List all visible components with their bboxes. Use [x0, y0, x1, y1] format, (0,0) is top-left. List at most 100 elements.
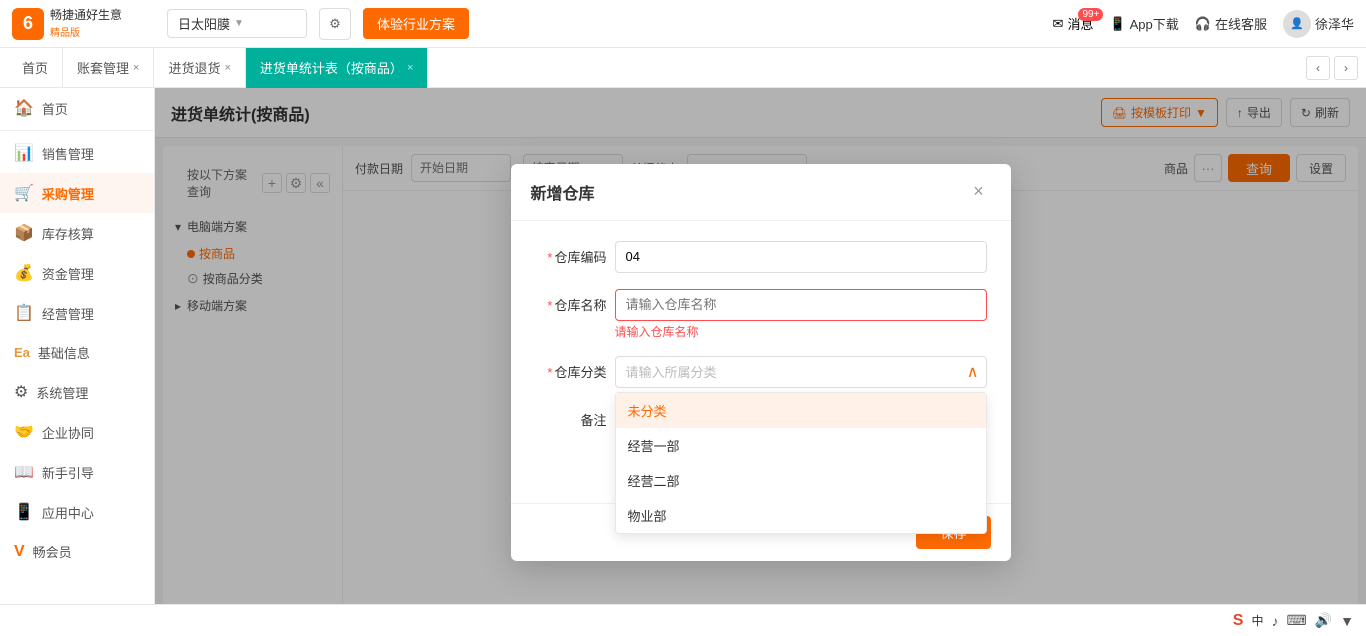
logo-text: 畅捷通好生意	[50, 8, 122, 24]
logo-area: 6 畅捷通好生意 精品版	[12, 8, 167, 40]
sidebar-item-operation[interactable]: 📋 经营管理	[0, 293, 154, 333]
vip-icon: V	[14, 543, 25, 561]
category-placeholder: 请输入所属分类	[626, 362, 717, 381]
sidebar-item-guide[interactable]: 📖 新手引导	[0, 452, 154, 492]
name-field-row: 仓库名称 请输入仓库名称	[535, 289, 987, 340]
finance-icon: 💰	[14, 263, 34, 283]
tab-prev-button[interactable]: ‹	[1306, 56, 1330, 80]
sidebar-vip-label: 畅会员	[33, 542, 72, 561]
category-label: 仓库分类	[535, 356, 615, 381]
logo-icon: 6	[12, 8, 44, 40]
new-warehouse-modal: 新增仓库 × 仓库编码 仓库名称	[511, 164, 1011, 561]
message-icon: ✉	[1053, 16, 1064, 32]
sidebar-item-home[interactable]: 🏠 首页	[0, 88, 154, 128]
logo-text-block: 畅捷通好生意 精品版	[50, 8, 122, 39]
try-industry-button[interactable]: 体验行业方案	[363, 8, 469, 39]
code-input-wrap	[615, 241, 987, 273]
category-arrow-icon[interactable]: ∧	[967, 362, 979, 382]
store-name: 日太阳膜	[178, 14, 230, 33]
bottom-bar: S 中 ♪ ⌨ 🔊 ▼	[0, 604, 1366, 636]
home-icon: 🏠	[14, 98, 34, 118]
modal-body: 仓库编码 仓库名称 请输入仓库名称	[511, 221, 1011, 503]
sidebar: 🏠 首页 📊 销售管理 🛒 采购管理 📦 库存核算 💰 资金管理 📋 经营管理 …	[0, 88, 155, 636]
top-header: 6 畅捷通好生意 精品版 日太阳膜 ▼ ⚙ 体验行业方案 ✉ 消息 99+ 📱 …	[0, 0, 1366, 48]
sales-icon: 📊	[14, 143, 34, 163]
app-download-area[interactable]: 📱 App下载	[1109, 14, 1178, 33]
sidebar-item-inventory[interactable]: 📦 库存核算	[0, 213, 154, 253]
category-select-wrap: 请输入所属分类 ∧ 未分类 经营一部 经营二部 物业部	[615, 356, 987, 388]
guide-icon: 📖	[14, 462, 34, 482]
sidebar-enterprise-label: 企业协同	[42, 423, 94, 442]
sidebar-finance-label: 资金管理	[42, 264, 94, 283]
gear-icon: ⚙	[329, 16, 341, 32]
sidebar-operation-label: 经营管理	[42, 304, 94, 323]
main-layout: 🏠 首页 📊 销售管理 🛒 采购管理 📦 库存核算 💰 资金管理 📋 经营管理 …	[0, 88, 1366, 636]
tab-purchase-return[interactable]: 进货退货 ×	[154, 48, 245, 88]
category-option-dept2[interactable]: 经营二部	[616, 463, 986, 498]
name-error-msg: 请输入仓库名称	[615, 323, 987, 340]
sound-icon: ♪	[1271, 613, 1278, 629]
user-area[interactable]: 👤 徐泽华	[1283, 10, 1354, 38]
store-selector[interactable]: 日太阳膜 ▼	[167, 9, 307, 38]
sidebar-item-sales[interactable]: 📊 销售管理	[0, 133, 154, 173]
keyboard-icon: ⌨	[1286, 612, 1306, 629]
headset-icon: 🎧	[1195, 16, 1211, 32]
taskbar-icon: ▼	[1340, 613, 1354, 629]
code-input[interactable]	[615, 241, 987, 273]
modal-header: 新增仓库 ×	[511, 164, 1011, 221]
modal-title: 新增仓库	[531, 180, 595, 204]
tab-account[interactable]: 账套管理 ×	[63, 48, 154, 88]
modal-close-button[interactable]: ×	[967, 180, 991, 204]
system-icon: ⚙	[14, 382, 28, 402]
sidebar-purchase-label: 采购管理	[42, 184, 94, 203]
sidebar-item-basic-info[interactable]: Ea 基础信息	[0, 333, 154, 372]
category-field-row: 仓库分类 请输入所属分类 ∧ 未分类 经营一部 经营二部 物业部	[535, 356, 987, 388]
sidebar-system-label: 系统管理	[36, 383, 88, 402]
sidebar-home-label: 首页	[42, 99, 68, 118]
code-field-row: 仓库编码	[535, 241, 987, 273]
name-input-wrap: 请输入仓库名称	[615, 289, 987, 340]
tab-home[interactable]: 首页	[8, 48, 63, 88]
sidebar-item-enterprise[interactable]: 🤝 企业协同	[0, 412, 154, 452]
tab-controls: ‹ ›	[1306, 56, 1358, 80]
category-select[interactable]: 请输入所属分类	[615, 356, 987, 388]
phone-icon: 📱	[1109, 16, 1125, 32]
basic-info-icon: Ea	[14, 345, 30, 360]
tab-purchase-stats[interactable]: 进货单统计表（按商品） ×	[246, 48, 428, 88]
sidebar-item-finance[interactable]: 💰 资金管理	[0, 253, 154, 293]
name-input[interactable]	[615, 289, 987, 321]
sidebar-basic-info-label: 基础信息	[38, 343, 90, 362]
code-label: 仓库编码	[535, 241, 615, 266]
sidebar-item-system[interactable]: ⚙ 系统管理	[0, 372, 154, 412]
content-area: 进货单统计(按商品) 🖨 按模板打印 ▼ ↑ 导出 ↻ 刷新	[155, 88, 1366, 636]
header-right: ✉ 消息 99+ 📱 App下载 🎧 在线客服 👤 徐泽华	[1053, 10, 1354, 38]
sidebar-item-purchase[interactable]: 🛒 采购管理	[0, 173, 154, 213]
category-option-unclassified[interactable]: 未分类	[616, 393, 986, 428]
online-service-label: 在线客服	[1215, 14, 1267, 33]
operation-icon: 📋	[14, 303, 34, 323]
sidebar-inventory-label: 库存核算	[42, 224, 94, 243]
store-arrow-icon: ▼	[234, 18, 244, 29]
tab-next-button[interactable]: ›	[1334, 56, 1358, 80]
settings-button[interactable]: ⚙	[319, 8, 351, 40]
category-option-property[interactable]: 物业部	[616, 498, 986, 533]
avatar: 👤	[1283, 10, 1311, 38]
modal-backdrop[interactable]: 新增仓库 × 仓库编码 仓库名称	[155, 88, 1366, 636]
note-label: 备注	[535, 404, 615, 429]
category-option-dept1[interactable]: 经营一部	[616, 428, 986, 463]
tab-account-close-icon[interactable]: ×	[133, 62, 139, 74]
app-download-label: App下载	[1130, 14, 1179, 33]
volume-icon: 🔊	[1315, 612, 1332, 629]
online-service-area[interactable]: 🎧 在线客服	[1195, 14, 1267, 33]
tab-home-label: 首页	[22, 58, 48, 77]
sidebar-divider-1	[0, 130, 154, 131]
tab-purchase-return-label: 进货退货	[168, 58, 220, 77]
tab-bar: 首页 账套管理 × 进货退货 × 进货单统计表（按商品） × ‹ ›	[0, 48, 1366, 88]
sidebar-item-app-center[interactable]: 📱 应用中心	[0, 492, 154, 532]
category-dropdown: 未分类 经营一部 经营二部 物业部	[615, 392, 987, 534]
sidebar-item-vip[interactable]: V 畅会员	[0, 532, 154, 571]
message-area[interactable]: ✉ 消息 99+	[1053, 14, 1094, 33]
logo-sub: 精品版	[50, 24, 122, 39]
tab-purchase-return-close-icon[interactable]: ×	[224, 62, 230, 74]
tab-purchase-stats-close-icon[interactable]: ×	[407, 62, 413, 74]
